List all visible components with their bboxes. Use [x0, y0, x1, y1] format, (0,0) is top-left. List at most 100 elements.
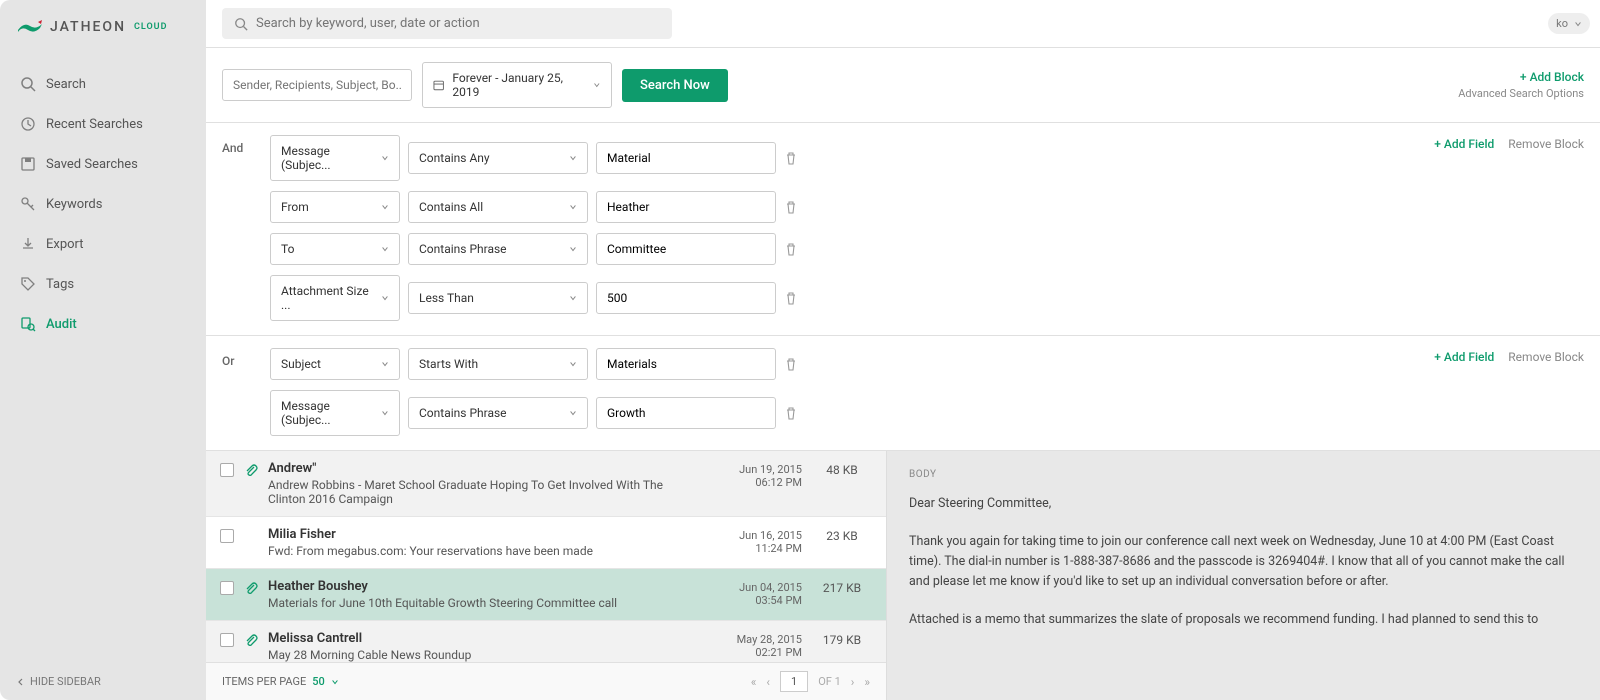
field-select[interactable]: Message (Subjec... — [270, 390, 400, 436]
chevron-down-icon — [569, 409, 577, 417]
field-select[interactable]: Subject — [270, 348, 400, 380]
preview-paragraph: Dear Steering Committee, — [909, 494, 1578, 514]
result-row[interactable]: Heather Boushey Materials for June 10th … — [206, 569, 886, 621]
filter-blocks: And+ Add FieldRemove BlockMessage (Subje… — [206, 123, 1600, 451]
condition-select[interactable]: Contains Phrase — [408, 233, 588, 265]
condition-select[interactable]: Contains Phrase — [408, 397, 588, 429]
remove-block-link[interactable]: Remove Block — [1508, 137, 1584, 151]
main: ko Forever - January 25, 2019 Search Now… — [206, 0, 1600, 700]
field-select[interactable]: From — [270, 191, 400, 223]
filter-row: ToContains Phrase — [270, 233, 1584, 265]
attachment-col — [244, 581, 258, 595]
filter-row: From Contains All — [270, 191, 1584, 223]
preview-body: Dear Steering Committee, Thank you again… — [909, 494, 1578, 630]
field-select[interactable]: To — [270, 233, 400, 265]
filter-row: Attachment Size ...Less Than — [270, 275, 1584, 321]
row-checkbox[interactable] — [220, 463, 234, 477]
add-field-link[interactable]: + Add Field — [1434, 137, 1494, 151]
nav-audit[interactable]: Audit — [0, 304, 206, 344]
message-preview: BODY Dear Steering Committee, Thank you … — [886, 451, 1600, 700]
pagination: ITEMS PER PAGE 50 « ‹ 1 OF 1 › » — [206, 662, 886, 700]
value-input[interactable] — [596, 233, 776, 265]
trash-icon[interactable] — [784, 406, 798, 420]
result-row[interactable]: Milia Fisher Fwd: From megabus.com: Your… — [206, 517, 886, 569]
message-date: Jun 19, 201506:12 PM — [712, 461, 802, 489]
nav-label: Tags — [46, 277, 74, 292]
calendar-icon — [433, 79, 444, 91]
trash-icon[interactable] — [784, 200, 798, 214]
row-checkbox[interactable] — [220, 581, 234, 595]
page-first[interactable]: « — [751, 675, 757, 689]
chevron-down-icon — [381, 203, 389, 211]
date-range-picker[interactable]: Forever - January 25, 2019 — [422, 62, 612, 108]
filter-row: Subject Starts With — [270, 348, 1584, 380]
attachment-col — [244, 633, 258, 647]
field-select[interactable]: Message (Subjec... — [270, 135, 400, 181]
logo: JATHEON CLOUD — [0, 0, 206, 54]
page-next[interactable]: › — [851, 675, 855, 689]
page-prev[interactable]: ‹ — [766, 675, 770, 689]
global-search-input[interactable] — [256, 16, 660, 31]
nav-search[interactable]: Search — [0, 64, 206, 104]
sender-input[interactable] — [222, 69, 412, 101]
field-select-value: From — [281, 200, 309, 214]
block-rows: Message (Subjec...Contains Any From Contai… — [270, 135, 1584, 321]
trash-icon[interactable] — [784, 151, 798, 165]
condition-select[interactable]: Starts With — [408, 348, 588, 380]
row-checkbox[interactable] — [220, 633, 234, 647]
audit-icon — [20, 316, 36, 332]
remove-block-link[interactable]: Remove Block — [1508, 350, 1584, 364]
condition-select[interactable]: Less Than — [408, 282, 588, 314]
field-select-value: Subject — [281, 357, 321, 371]
logo-lizard-icon — [16, 18, 44, 36]
nav-keywords[interactable]: Keywords — [0, 184, 206, 224]
attachment-icon — [244, 633, 258, 647]
nav-export[interactable]: Export — [0, 224, 206, 264]
nav-recent-searches[interactable]: Recent Searches — [0, 104, 206, 144]
advanced-search-link[interactable]: Advanced Search Options — [1458, 87, 1584, 100]
result-rows: Andrew" Andrew Robbins - Maret School Gr… — [206, 451, 886, 662]
chevron-down-icon — [569, 245, 577, 253]
logo-text: JATHEON — [50, 19, 126, 35]
logo-suffix: CLOUD — [134, 22, 167, 32]
preview-section-label: BODY — [909, 469, 1578, 480]
page-of: OF 1 — [818, 675, 841, 688]
value-input[interactable] — [596, 282, 776, 314]
search-now-button[interactable]: Search Now — [622, 69, 728, 102]
value-input[interactable] — [596, 191, 776, 223]
result-row[interactable]: Andrew" Andrew Robbins - Maret School Gr… — [206, 451, 886, 517]
block-rows: SubjectStarts WithMessage (Subjec...Cont… — [270, 348, 1584, 436]
condition-select[interactable]: Contains All — [408, 191, 588, 223]
results-area: Andrew" Andrew Robbins - Maret School Gr… — [206, 451, 1600, 700]
message-size: 217 KB — [812, 579, 872, 595]
chevron-down-icon — [381, 360, 389, 368]
trash-icon[interactable] — [784, 357, 798, 371]
result-row[interactable]: Melissa Cantrell May 28 Morning Cable Ne… — [206, 621, 886, 662]
topbar: ko — [206, 0, 1600, 48]
trash-icon[interactable] — [784, 291, 798, 305]
row-checkbox[interactable] — [220, 529, 234, 543]
items-per-page[interactable]: ITEMS PER PAGE 50 — [222, 675, 339, 688]
message-col: Melissa Cantrell May 28 Morning Cable Ne… — [268, 631, 702, 662]
value-input[interactable] — [596, 142, 776, 174]
save-icon — [20, 156, 36, 172]
trash-icon[interactable] — [784, 242, 798, 256]
hide-sidebar-button[interactable]: HIDE SIDEBAR — [0, 663, 206, 700]
nav-saved-searches[interactable]: Saved Searches — [0, 144, 206, 184]
value-input[interactable] — [596, 348, 776, 380]
page-last[interactable]: » — [864, 675, 870, 689]
filter-row: Message (Subjec...Contains Phrase — [270, 390, 1584, 436]
chevron-down-icon — [381, 245, 389, 253]
condition-select[interactable]: Contains Any — [408, 142, 588, 174]
add-block-link[interactable]: + Add Block — [1520, 70, 1584, 84]
global-search[interactable] — [222, 8, 672, 39]
chevron-down-icon — [381, 154, 389, 162]
per-page-label: ITEMS PER PAGE — [222, 675, 306, 688]
field-select[interactable]: Attachment Size ... — [270, 275, 400, 321]
value-input[interactable] — [596, 397, 776, 429]
add-field-link[interactable]: + Add Field — [1434, 350, 1494, 364]
message-size: 23 KB — [812, 527, 872, 543]
nav-tags[interactable]: Tags — [0, 264, 206, 304]
user-menu[interactable]: ko — [1548, 13, 1590, 34]
sidebar: JATHEON CLOUD Search Recent Searches Sav… — [0, 0, 206, 700]
